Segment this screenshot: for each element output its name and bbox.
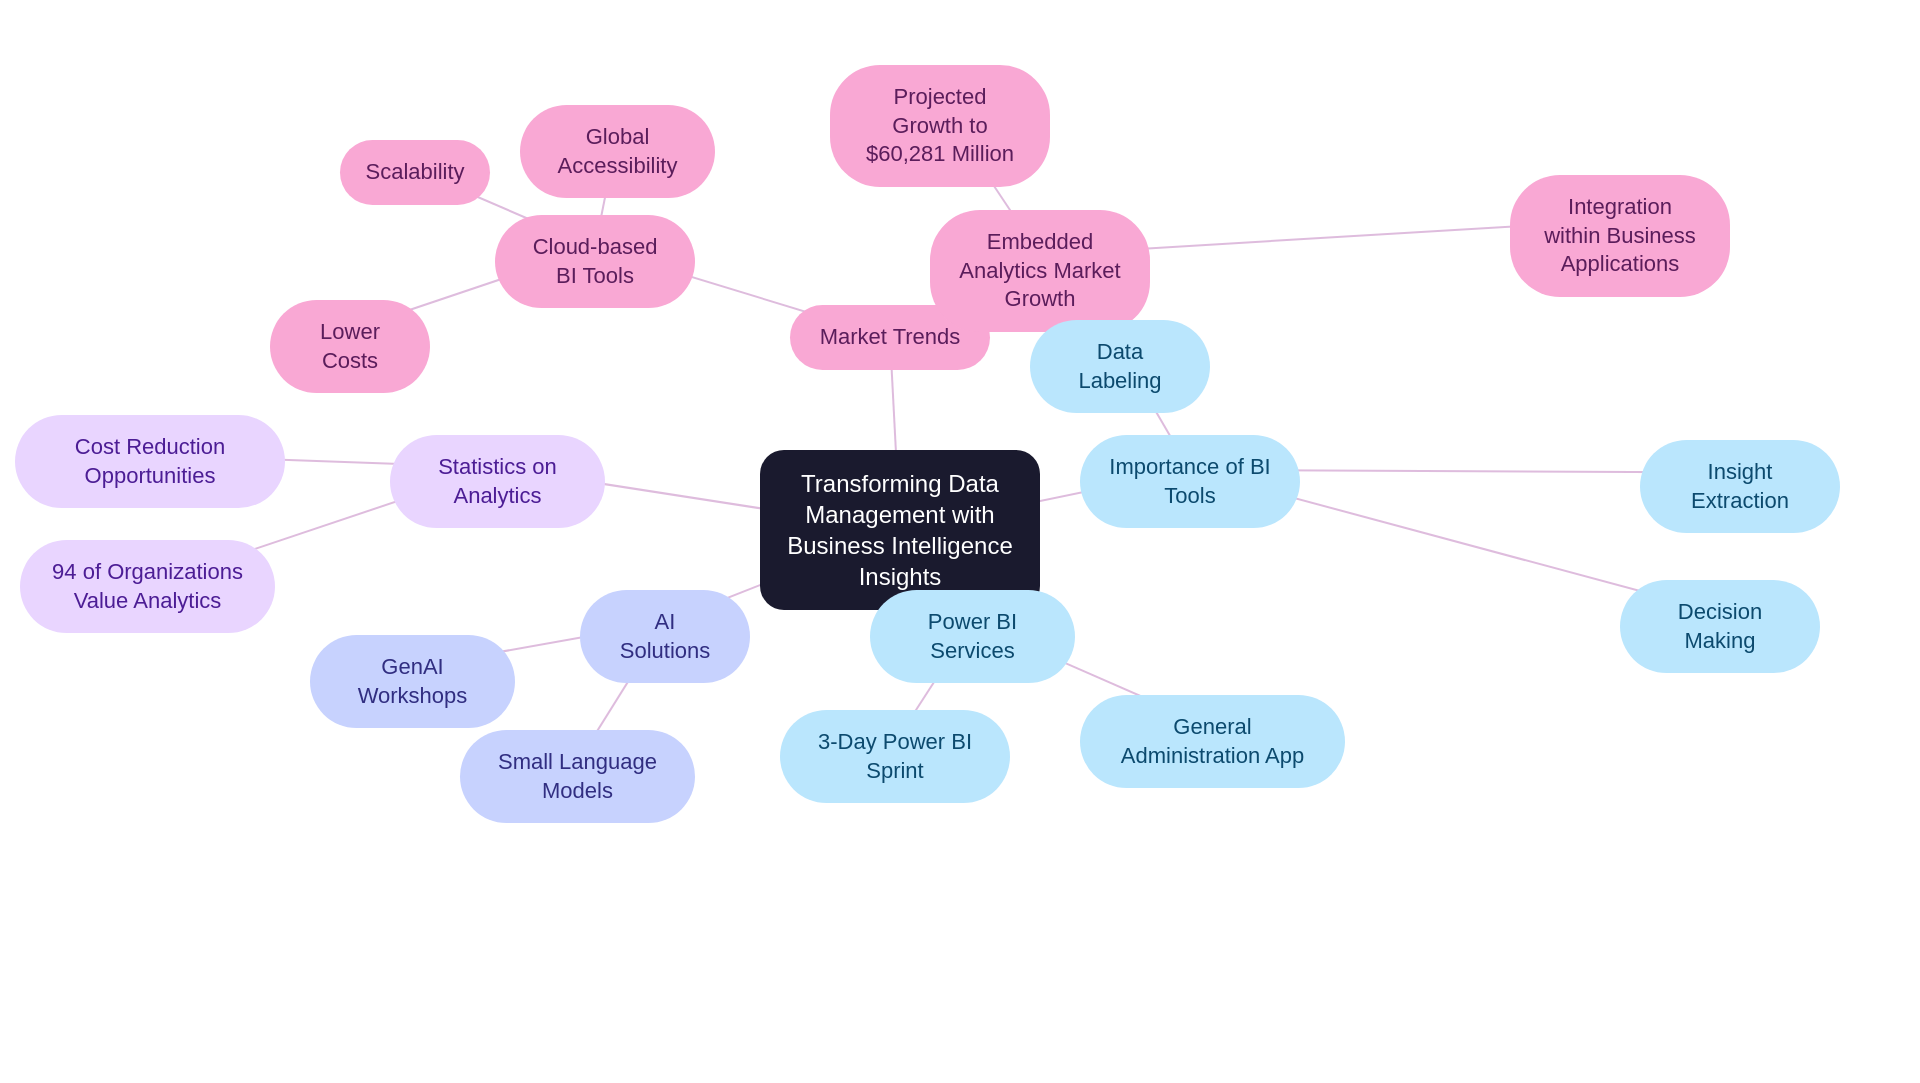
node-insight-extraction[interactable]: Insight Extraction <box>1640 440 1840 533</box>
node-scalability[interactable]: Scalability <box>340 140 490 205</box>
node-cost-reduction[interactable]: Cost Reduction Opportunities <box>15 415 285 508</box>
node-power-bi-services[interactable]: Power BI Services <box>870 590 1075 683</box>
node-embedded-analytics[interactable]: Embedded Analytics Market Growth <box>930 210 1150 332</box>
node-cloud-bi-tools[interactable]: Cloud-based BI Tools <box>495 215 695 308</box>
node-general-admin[interactable]: General Administration App <box>1080 695 1345 788</box>
node-decision-making[interactable]: Decision Making <box>1620 580 1820 673</box>
node-data-labeling[interactable]: Data Labeling <box>1030 320 1210 413</box>
node-integration-business[interactable]: Integration within Business Applications <box>1510 175 1730 297</box>
node-ai-solutions[interactable]: AI Solutions <box>580 590 750 683</box>
node-importance-bi[interactable]: Importance of BI Tools <box>1080 435 1300 528</box>
node-3day-sprint[interactable]: 3-Day Power BI Sprint <box>780 710 1010 803</box>
mindmap-canvas: Transforming Data Management with Busine… <box>0 0 1920 1083</box>
node-projected-growth[interactable]: Projected Growth to $60,281 Million <box>830 65 1050 187</box>
node-small-language[interactable]: Small Language Models <box>460 730 695 823</box>
node-94-organizations[interactable]: 94 of Organizations Value Analytics <box>20 540 275 633</box>
node-genai-workshops[interactable]: GenAI Workshops <box>310 635 515 728</box>
node-statistics-analytics[interactable]: Statistics on Analytics <box>390 435 605 528</box>
node-global-accessibility[interactable]: Global Accessibility <box>520 105 715 198</box>
center-node[interactable]: Transforming Data Management with Busine… <box>760 450 1040 610</box>
node-lower-costs[interactable]: Lower Costs <box>270 300 430 393</box>
